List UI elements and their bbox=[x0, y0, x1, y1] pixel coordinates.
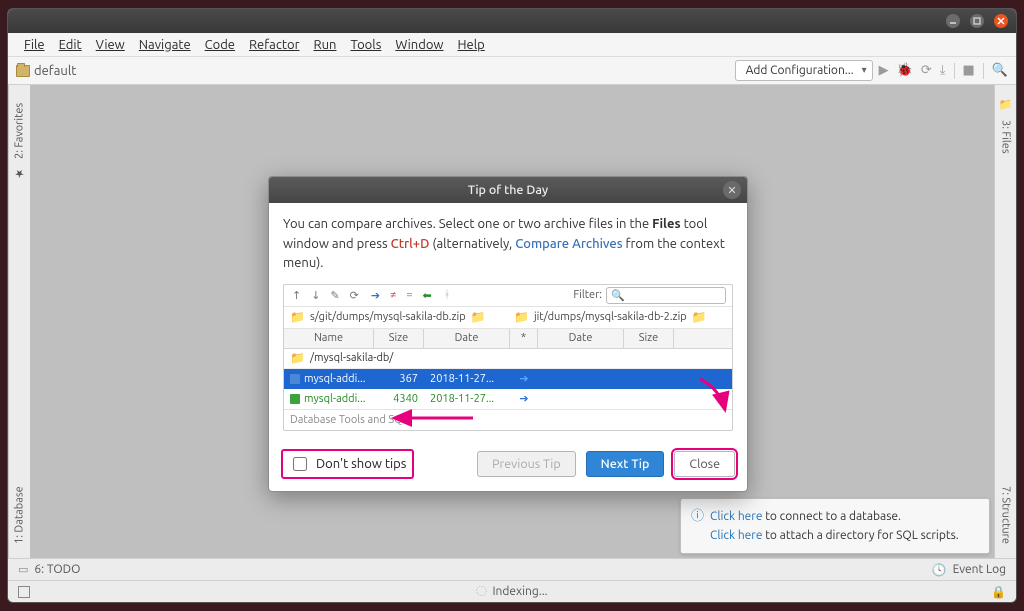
previous-tip-button[interactable]: Previous Tip bbox=[477, 451, 576, 477]
arrow-down-icon: ↓ bbox=[309, 289, 322, 302]
tip-illustration: ↑ ↓ ✎ ⟳ ➔ ≠ = ⬅ ᚼ Filter: 🔍 📁s/gi bbox=[283, 284, 733, 431]
dont-show-tips-checkbox[interactable]: Don't show tips bbox=[281, 449, 414, 479]
balloon-line1-rest: to connect to a database. bbox=[762, 510, 901, 523]
menu-refactor[interactable]: Refactor bbox=[243, 36, 306, 54]
dont-show-tips-label: Don't show tips bbox=[316, 457, 406, 471]
main-menu-bar: File Edit View Navigate Code Refactor Ru… bbox=[8, 33, 1016, 57]
project-folder-icon bbox=[16, 65, 30, 77]
folder-icon: 📁 bbox=[290, 310, 305, 324]
edit-icon: ✎ bbox=[328, 289, 341, 302]
folder-icon: 📁 bbox=[471, 310, 486, 324]
tool-structure-tab[interactable]: 7: Structure bbox=[1000, 482, 1012, 548]
add-configuration-dropdown[interactable]: Add Configuration... bbox=[735, 60, 873, 81]
window-maximize-icon[interactable] bbox=[970, 14, 984, 28]
filter-label: Filter: bbox=[573, 289, 602, 301]
arrow-right-blue-icon: ➔ bbox=[369, 289, 382, 302]
menu-code[interactable]: Code bbox=[199, 36, 241, 54]
status-lock-icon[interactable]: 🔒 bbox=[991, 585, 1006, 599]
tool-files-tab[interactable]: 📁 3: Files bbox=[999, 95, 1012, 162]
arrow-up-icon: ↑ bbox=[290, 289, 303, 302]
diff-row-added[interactable]: mysql-addi... 4340 2018-11-27... ➔ bbox=[284, 389, 732, 409]
main-toolbar: default Add Configuration... ▶ 🐞 ⟳ ⤓ ■ 🔍 bbox=[8, 57, 1016, 85]
folder-icon: 📁 bbox=[514, 310, 529, 324]
window-close-icon[interactable] bbox=[994, 14, 1008, 28]
dialog-close-icon[interactable]: ✕ bbox=[723, 181, 741, 199]
diff-toolbar: ↑ ↓ ✎ ⟳ ➔ ≠ = ⬅ ᚼ Filter: 🔍 bbox=[284, 285, 732, 307]
balloon-line2-rest: to attach a directory for SQL scripts. bbox=[762, 529, 958, 542]
tool-database-tab[interactable]: 1: Database bbox=[14, 482, 26, 548]
menu-run[interactable]: Run bbox=[308, 36, 343, 54]
equal-icon: = bbox=[404, 289, 414, 301]
menu-view[interactable]: View bbox=[90, 36, 131, 54]
stop-icon[interactable]: ■ bbox=[963, 64, 975, 77]
db-icon bbox=[290, 394, 300, 404]
tip-caption: Database Tools and SQL bbox=[284, 409, 732, 430]
dialog-footer: Don't show tips Previous Tip Next Tip Cl… bbox=[269, 441, 747, 491]
refresh-icon: ⟳ bbox=[348, 289, 361, 302]
tip-text: You can compare archives. Select one or … bbox=[283, 215, 733, 274]
os-titlebar bbox=[8, 9, 1016, 33]
diff-folder-row: 📁/mysql-sakila-db/ bbox=[284, 349, 732, 369]
run-icon[interactable]: ▶ bbox=[879, 64, 889, 77]
next-tip-button[interactable]: Next Tip bbox=[586, 451, 665, 477]
connect-db-link[interactable]: Click here bbox=[710, 510, 762, 523]
status-tool-windows-icon[interactable] bbox=[18, 586, 30, 598]
status-bar: ◌ Indexing... 🔒 bbox=[8, 580, 1016, 602]
tool-window-toggle-icon[interactable]: ▭ bbox=[18, 563, 28, 576]
search-icon: 🔍 bbox=[611, 289, 625, 302]
filter-input[interactable]: 🔍 bbox=[606, 287, 726, 304]
info-icon: ⓘ bbox=[691, 507, 704, 525]
search-everywhere-icon[interactable]: 🔍 bbox=[992, 64, 1008, 77]
left-tool-gutter: 1: Database ★ 2: Favorites bbox=[8, 85, 30, 558]
right-archive-path: 📁jit/dumps/mysql-sakila-db-2.zip📁 bbox=[508, 310, 732, 324]
menu-help[interactable]: Help bbox=[452, 36, 491, 54]
indexing-spinner-icon: ◌ bbox=[476, 585, 486, 598]
breadcrumb[interactable]: default bbox=[16, 64, 76, 78]
coverage-icon[interactable]: ⟳ bbox=[921, 64, 932, 77]
diff-table-header: Name Size Date * Date Size bbox=[284, 329, 732, 349]
breadcrumb-project: default bbox=[34, 64, 76, 78]
tool-favorites-tab[interactable]: ★ 2: Favorites bbox=[13, 95, 26, 184]
menu-tools[interactable]: Tools bbox=[344, 36, 387, 54]
dialog-titlebar: Tip of the Day ✕ bbox=[269, 177, 747, 203]
folder-icon: 📁 bbox=[290, 351, 305, 365]
window-minimize-icon[interactable] bbox=[946, 14, 960, 28]
debug-icon[interactable]: 🐞 bbox=[897, 64, 913, 77]
person-icon: ᚼ bbox=[442, 289, 453, 301]
right-tool-gutter: 📁 3: Files 7: Structure bbox=[994, 85, 1016, 558]
not-equal-icon: ≠ bbox=[388, 289, 398, 301]
left-archive-path: 📁s/git/dumps/mysql-sakila-db.zip📁 bbox=[284, 310, 508, 324]
menu-window[interactable]: Window bbox=[389, 36, 449, 54]
todo-tab[interactable]: 6: TODO bbox=[34, 563, 80, 576]
event-log-tab[interactable]: Event Log bbox=[953, 563, 1006, 576]
folder-icon: 📁 bbox=[692, 310, 707, 324]
event-log-icon: 🕓 bbox=[932, 563, 947, 577]
status-text: Indexing... bbox=[492, 585, 547, 598]
attach-dir-link[interactable]: Click here bbox=[710, 529, 762, 542]
menu-edit[interactable]: Edit bbox=[53, 36, 88, 54]
dont-show-tips-input[interactable] bbox=[293, 457, 307, 471]
menu-navigate[interactable]: Navigate bbox=[133, 36, 197, 54]
diff-row-selected[interactable]: mysql-addi... 367 2018-11-27... ➔ bbox=[284, 369, 732, 389]
dialog-title: Tip of the Day bbox=[468, 183, 548, 197]
run-toolbar-icons: ▶ 🐞 ⟳ ⤓ ■ 🔍 bbox=[879, 63, 1008, 79]
bottom-tool-strip: ▭ 6: TODO 🕓 Event Log bbox=[8, 558, 1016, 580]
menu-file[interactable]: File bbox=[18, 36, 51, 54]
connect-balloon: ⓘ Click here to connect to a database. C… bbox=[680, 498, 990, 554]
profile-icon[interactable]: ⤓ bbox=[940, 64, 946, 77]
close-button[interactable]: Close bbox=[674, 451, 735, 477]
tip-of-the-day-dialog: Tip of the Day ✕ You can compare archive… bbox=[268, 176, 748, 492]
db-icon bbox=[290, 374, 300, 384]
arrow-left-green-icon: ⬅ bbox=[421, 289, 434, 302]
